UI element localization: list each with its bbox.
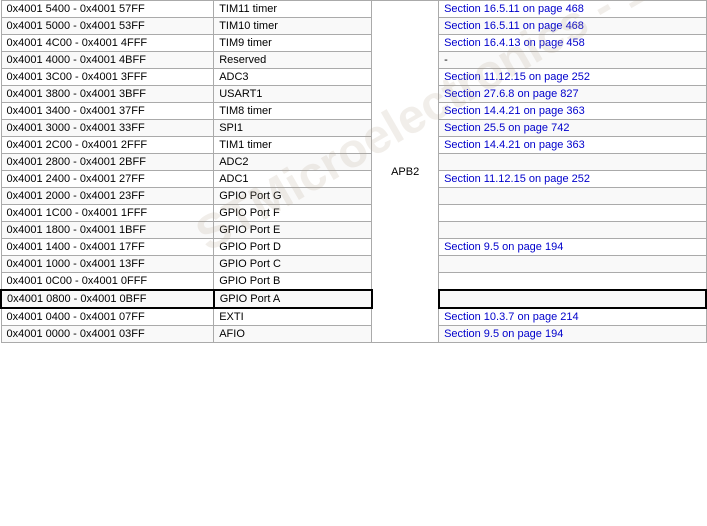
address-cell: 0x4001 0000 - 0x4001 03FF	[1, 326, 214, 343]
reference-link[interactable]: Section 25.5 on page 742	[444, 122, 569, 134]
peripheral-cell: Reserved	[214, 52, 372, 69]
address-cell: 0x4001 2000 - 0x4001 23FF	[1, 188, 214, 205]
reference-cell: Section 10.3.7 on page 214	[439, 308, 706, 326]
address-cell: 0x4001 3800 - 0x4001 3BFF	[1, 86, 214, 103]
address-cell: 0x4001 2400 - 0x4001 27FF	[1, 171, 214, 188]
reference-cell	[439, 222, 706, 239]
reference-cell	[439, 273, 706, 291]
address-cell: 0x4001 3400 - 0x4001 37FF	[1, 103, 214, 120]
address-cell: 0x4001 1000 - 0x4001 13FF	[1, 256, 214, 273]
address-cell: 0x4001 2800 - 0x4001 2BFF	[1, 154, 214, 171]
address-cell: 0x4001 4C00 - 0x4001 4FFF	[1, 35, 214, 52]
reference-cell	[439, 290, 706, 308]
peripheral-cell: TIM11 timer	[214, 1, 372, 18]
reference-link[interactable]: Section 11.12.15 on page 252	[444, 71, 590, 83]
address-cell: 0x4001 5400 - 0x4001 57FF	[1, 1, 214, 18]
peripheral-cell: EXTI	[214, 308, 372, 326]
memory-map-table: 0x4001 5400 - 0x4001 57FFTIM11 timerAPB2…	[0, 0, 707, 343]
bus-cell: APB2	[372, 1, 439, 343]
reference-cell: Section 11.12.15 on page 252	[439, 69, 706, 86]
reference-link[interactable]: Section 16.5.11 on page 468	[444, 20, 584, 32]
peripheral-cell: TIM10 timer	[214, 18, 372, 35]
reference-link[interactable]: Section 14.4.21 on page 363	[444, 139, 585, 151]
reference-cell	[439, 205, 706, 222]
address-cell: 0x4001 5000 - 0x4001 53FF	[1, 18, 214, 35]
peripheral-cell: GPIO Port B	[214, 273, 372, 291]
address-cell: 0x4001 1800 - 0x4001 1BFF	[1, 222, 214, 239]
address-cell: 0x4001 1400 - 0x4001 17FF	[1, 239, 214, 256]
reference-cell	[439, 188, 706, 205]
reference-cell: -	[439, 52, 706, 69]
reference-cell	[439, 154, 706, 171]
reference-link[interactable]: Section 11.12.15 on page 252	[444, 173, 590, 185]
reference-cell: Section 14.4.21 on page 363	[439, 137, 706, 154]
peripheral-cell: TIM8 timer	[214, 103, 372, 120]
reference-cell: Section 16.5.11 on page 468	[439, 1, 706, 18]
reference-cell: Section 16.5.11 on page 468	[439, 18, 706, 35]
address-cell: 0x4001 3000 - 0x4001 33FF	[1, 120, 214, 137]
peripheral-cell: TIM9 timer	[214, 35, 372, 52]
address-cell: 0x4001 3C00 - 0x4001 3FFF	[1, 69, 214, 86]
peripheral-cell: GPIO Port C	[214, 256, 372, 273]
reference-link[interactable]: Section 16.5.11 on page 468	[444, 3, 584, 15]
reference-link[interactable]: Section 14.4.21 on page 363	[444, 105, 585, 117]
peripheral-cell: TIM1 timer	[214, 137, 372, 154]
reference-cell	[439, 256, 706, 273]
address-cell: 0x4001 1C00 - 0x4001 1FFF	[1, 205, 214, 222]
reference-cell: Section 27.6.8 on page 827	[439, 86, 706, 103]
peripheral-cell: GPIO Port E	[214, 222, 372, 239]
address-cell: 0x4001 0C00 - 0x4001 0FFF	[1, 273, 214, 291]
reference-cell: Section 11.12.15 on page 252	[439, 171, 706, 188]
peripheral-cell: SPI1	[214, 120, 372, 137]
peripheral-cell: GPIO Port G	[214, 188, 372, 205]
reference-link[interactable]: Section 10.3.7 on page 214	[444, 311, 579, 323]
peripheral-cell: GPIO Port D	[214, 239, 372, 256]
peripheral-cell: AFIO	[214, 326, 372, 343]
peripheral-cell: GPIO Port F	[214, 205, 372, 222]
peripheral-cell: ADC2	[214, 154, 372, 171]
peripheral-cell: ADC3	[214, 69, 372, 86]
peripheral-cell: GPIO Port A	[214, 290, 372, 308]
address-cell: 0x4001 0400 - 0x4001 07FF	[1, 308, 214, 326]
reference-link[interactable]: Section 9.5 on page 194	[444, 241, 563, 253]
peripheral-cell: USART1	[214, 86, 372, 103]
address-cell: 0x4001 0800 - 0x4001 0BFF	[1, 290, 214, 308]
reference-cell: Section 14.4.21 on page 363	[439, 103, 706, 120]
reference-cell: Section 9.5 on page 194	[439, 326, 706, 343]
reference-cell: Section 25.5 on page 742	[439, 120, 706, 137]
address-cell: 0x4001 2C00 - 0x4001 2FFF	[1, 137, 214, 154]
address-cell: 0x4001 4000 - 0x4001 4BFF	[1, 52, 214, 69]
reference-link[interactable]: Section 9.5 on page 194	[444, 328, 563, 340]
peripheral-cell: ADC1	[214, 171, 372, 188]
reference-cell: Section 16.4.13 on page 458	[439, 35, 706, 52]
main-container: STMicroelectronics - 19/13 0x4001 5400 -…	[0, 0, 707, 343]
reference-link[interactable]: Section 16.4.13 on page 458	[444, 37, 585, 49]
reference-cell: Section 9.5 on page 194	[439, 239, 706, 256]
reference-link[interactable]: Section 27.6.8 on page 827	[444, 88, 579, 100]
